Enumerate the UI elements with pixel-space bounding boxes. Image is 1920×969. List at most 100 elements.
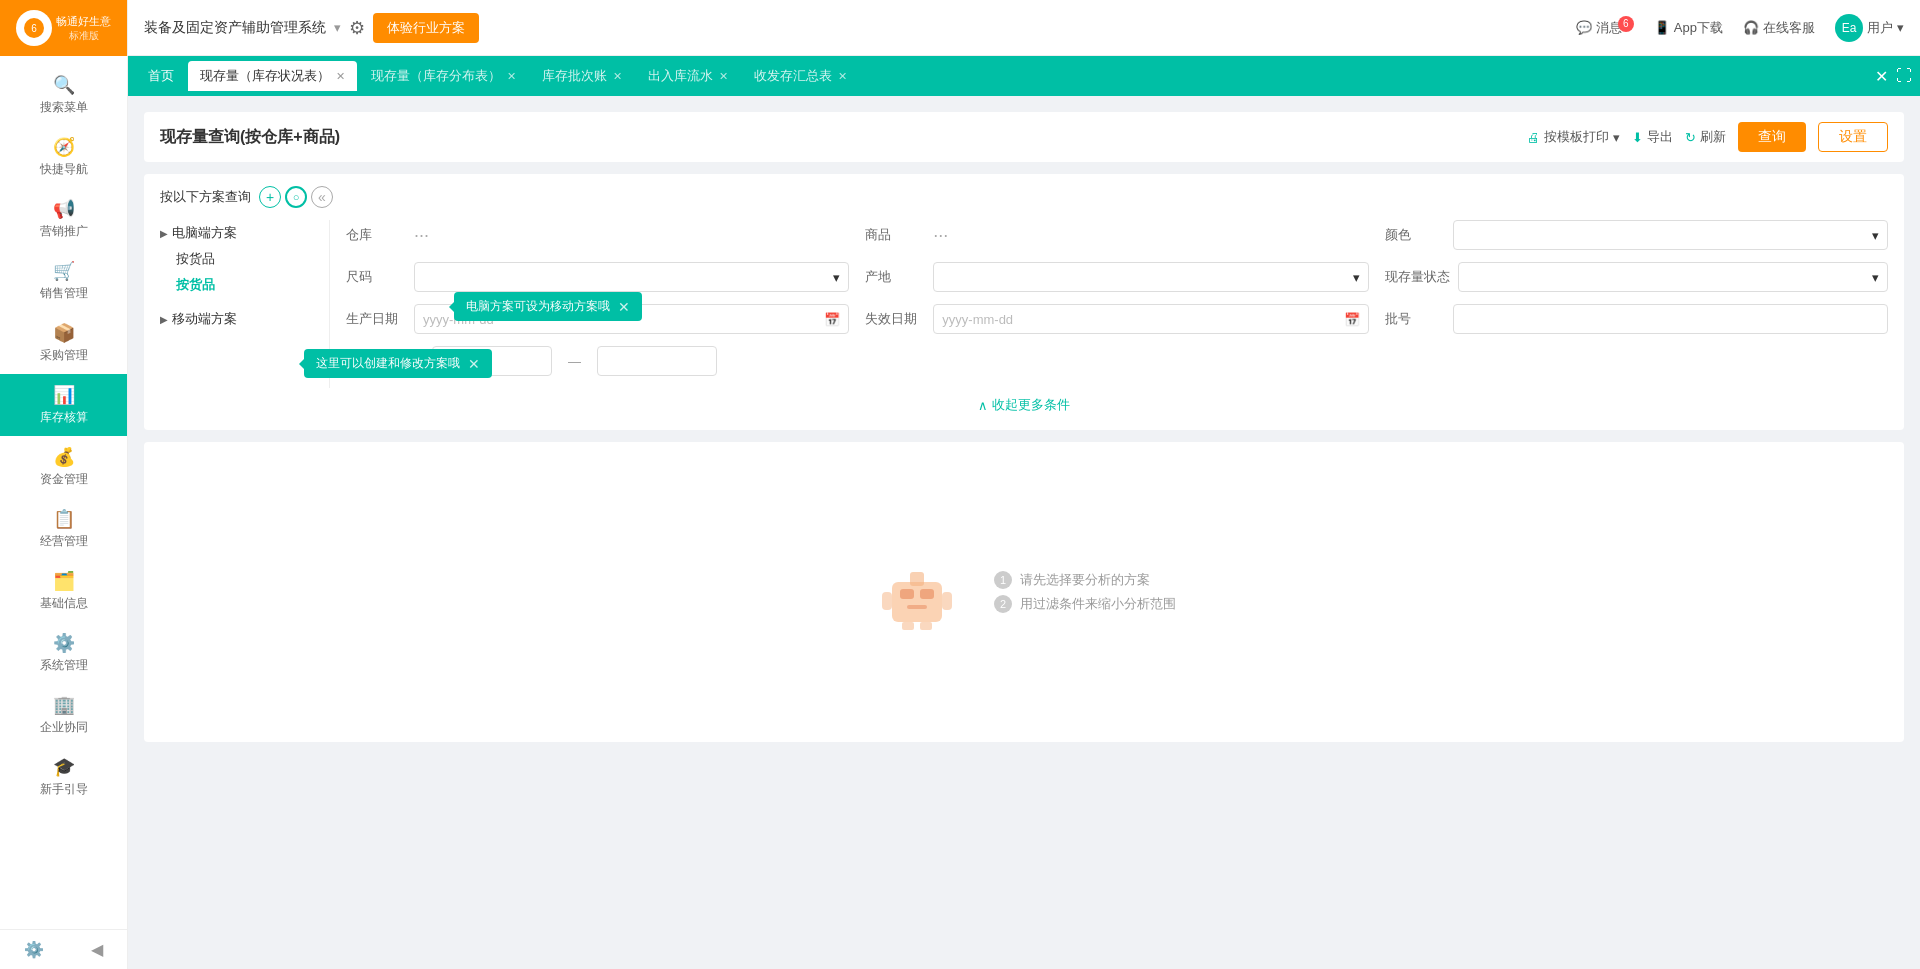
filter-qty: 现存量（主） — <box>346 346 1888 376</box>
main-content: 装备及固定资产辅助管理系统 ▾ ⚙ 体验行业方案 💬 消息 6 📱 App下载 … <box>128 0 1920 969</box>
page-actions: 🖨 按模板打印 ▾ ⬇ 导出 ↻ 刷新 查询 设置 <box>1527 122 1888 152</box>
sidebar-item-system[interactable]: ⚙️ 系统管理 <box>0 622 127 684</box>
tab-collect-summary[interactable]: 收发存汇总表 ✕ <box>742 61 859 91</box>
template-print-btn[interactable]: 🖨 按模板打印 ▾ <box>1527 128 1620 146</box>
system-title: 装备及固定资产辅助管理系统 <box>144 19 326 37</box>
color-select[interactable]: ▾ <box>1453 220 1888 250</box>
online-service-action[interactable]: 🎧 在线客服 <box>1743 19 1815 37</box>
qty-max-input[interactable] <box>597 346 717 376</box>
sidebar-item-guide[interactable]: 🧭 快捷导航 <box>0 126 127 188</box>
refresh-btn[interactable]: ↻ 刷新 <box>1685 128 1726 146</box>
company-icon: 🏢 <box>53 694 75 716</box>
tab-close-inventory-dist[interactable]: ✕ <box>507 70 516 83</box>
search-icon: 🔍 <box>53 74 75 96</box>
filter-inventory-status: 现存量状态 ▾ <box>1385 262 1888 292</box>
purchase-icon: 📦 <box>53 322 75 344</box>
sidebar-item-company[interactable]: 🏢 企业协同 <box>0 684 127 746</box>
content-area: 现存量查询(按仓库+商品) 🖨 按模板打印 ▾ ⬇ 导出 ↻ 刷新 查询 设置 <box>128 96 1920 969</box>
settings-bottom-icon[interactable]: ⚙️ <box>24 940 44 959</box>
finance-icon: 💰 <box>53 446 75 468</box>
svg-rect-9 <box>902 622 914 630</box>
sidebar-item-search[interactable]: 🔍 搜索菜单 <box>0 64 127 126</box>
user-action[interactable]: Ea 用户 ▾ <box>1835 14 1904 42</box>
empty-illustration <box>872 547 962 637</box>
inventory-status-chevron-icon: ▾ <box>1872 270 1879 285</box>
prev-scheme-btn[interactable]: « <box>311 186 333 208</box>
expiry-date-input[interactable]: yyyy-mm-dd 📅 <box>933 304 1368 334</box>
sidebar-item-finance[interactable]: 💰 资金管理 <box>0 436 127 498</box>
tab-inout-flow[interactable]: 出入库流水 ✕ <box>636 61 740 91</box>
tab-inventory-status[interactable]: 现存量（库存状况表） ✕ <box>188 61 357 91</box>
sidebar-item-purchase[interactable]: 📦 采购管理 <box>0 312 127 374</box>
notification-action[interactable]: 💬 消息 6 <box>1576 19 1634 37</box>
color-chevron-icon: ▾ <box>1872 228 1879 243</box>
filter-batch: 批号 <box>1385 304 1888 334</box>
collapse-sidebar-icon[interactable]: ◀ <box>91 940 103 959</box>
avatar: Ea <box>1835 14 1863 42</box>
sales-icon: 🛒 <box>53 260 75 282</box>
filter-panel: 按以下方案查询 + ○ « ▶ 电脑端方案 按货品 <box>144 174 1904 430</box>
sidebar-item-newbie[interactable]: 🎓 新手引导 <box>0 746 127 808</box>
inventory-icon: 📊 <box>53 384 75 406</box>
sidebar-item-marketing[interactable]: 📢 营销推广 <box>0 188 127 250</box>
maximize-btn[interactable]: ⛶ <box>1896 67 1912 85</box>
tab-close-inventory-status[interactable]: ✕ <box>336 70 345 83</box>
tab-home[interactable]: 首页 <box>136 61 186 91</box>
mobile-icon: 📱 <box>1654 20 1670 35</box>
batch-input[interactable] <box>1453 304 1888 334</box>
tree-item-product1[interactable]: 按货品 <box>160 246 317 272</box>
inventory-status-select[interactable]: ▾ <box>1458 262 1888 292</box>
close-all-tabs-btn[interactable]: ✕ <box>1875 67 1888 86</box>
sidebar-item-inventory[interactable]: 📊 库存核算 <box>0 374 127 436</box>
tree-item-product2[interactable]: 按货品 <box>160 272 317 298</box>
export-btn[interactable]: ⬇ 导出 <box>1632 128 1673 146</box>
collapse-filter-btn[interactable]: ∧ 收起更多条件 <box>160 388 1888 426</box>
logo-text: 畅通好生意 标准版 <box>56 14 111 41</box>
tab-close-inout-flow[interactable]: ✕ <box>719 70 728 83</box>
product-dots[interactable]: ··· <box>933 225 948 246</box>
empty-tips: 1 请先选择要分析的方案 2 用过滤条件来缩小分析范围 <box>994 571 1176 613</box>
tree-item-desktop[interactable]: ▶ 电脑端方案 <box>160 220 317 246</box>
tab-close-batch-account[interactable]: ✕ <box>613 70 622 83</box>
svg-rect-7 <box>882 592 892 610</box>
origin-select[interactable]: ▾ <box>933 262 1368 292</box>
filter-row-4: 现存量（主） — <box>346 346 1888 376</box>
sidebar-item-basic[interactable]: 🗂️ 基础信息 <box>0 560 127 622</box>
page-header: 现存量查询(按仓库+商品) 🖨 按模板打印 ▾ ⬇ 导出 ↻ 刷新 查询 设置 <box>144 112 1904 162</box>
service-icon: 🎧 <box>1743 20 1759 35</box>
query-btn[interactable]: 查询 <box>1738 122 1806 152</box>
filter-origin: 产地 ▾ <box>865 262 1368 292</box>
page-title: 现存量查询(按仓库+商品) <box>160 127 340 148</box>
dropdown-chevron[interactable]: ▾ <box>334 20 341 35</box>
tab-inventory-dist[interactable]: 现存量（库存分布表） ✕ <box>359 61 528 91</box>
tree-arrow-desktop: ▶ <box>160 228 168 239</box>
tree-item-mobile[interactable]: ▶ 移动端方案 <box>160 306 317 332</box>
tip-num-1: 1 <box>994 571 1012 589</box>
filter-warehouse: 仓库 ··· <box>346 225 849 246</box>
sidebar-logo: 6 畅通好生意 标准版 <box>0 0 127 56</box>
size-select[interactable]: ▾ <box>414 262 849 292</box>
tab-bar-actions: ✕ ⛶ <box>1875 67 1912 86</box>
sidebar-item-operation[interactable]: 📋 经营管理 <box>0 498 127 560</box>
filter-size: 尺码 ▾ <box>346 262 849 292</box>
settings-gear-icon[interactable]: ⚙ <box>349 17 365 39</box>
sidebar-item-sales[interactable]: 🛒 销售管理 <box>0 250 127 312</box>
system-icon: ⚙️ <box>53 632 75 654</box>
tooltip-scheme-close[interactable]: ✕ <box>468 356 480 372</box>
tab-close-collect-summary[interactable]: ✕ <box>838 70 847 83</box>
industry-btn[interactable]: 体验行业方案 <box>373 13 479 43</box>
export-icon: ⬇ <box>1632 130 1643 145</box>
app-download-action[interactable]: 📱 App下载 <box>1654 19 1723 37</box>
tooltip-desktop-close[interactable]: ✕ <box>618 299 630 315</box>
svg-rect-8 <box>942 592 952 610</box>
tab-batch-account[interactable]: 库存批次账 ✕ <box>530 61 634 91</box>
set-btn[interactable]: 设置 <box>1818 122 1888 152</box>
edit-scheme-btn[interactable]: ○ <box>285 186 307 208</box>
warehouse-dots[interactable]: ··· <box>414 225 429 246</box>
add-scheme-btn[interactable]: + <box>259 186 281 208</box>
prod-date-calendar-icon: 📅 <box>824 312 840 327</box>
top-header: 装备及固定资产辅助管理系统 ▾ ⚙ 体验行业方案 💬 消息 6 📱 App下载 … <box>128 0 1920 56</box>
svg-rect-2 <box>892 582 942 622</box>
svg-rect-6 <box>910 572 924 586</box>
newbie-icon: 🎓 <box>53 756 75 778</box>
